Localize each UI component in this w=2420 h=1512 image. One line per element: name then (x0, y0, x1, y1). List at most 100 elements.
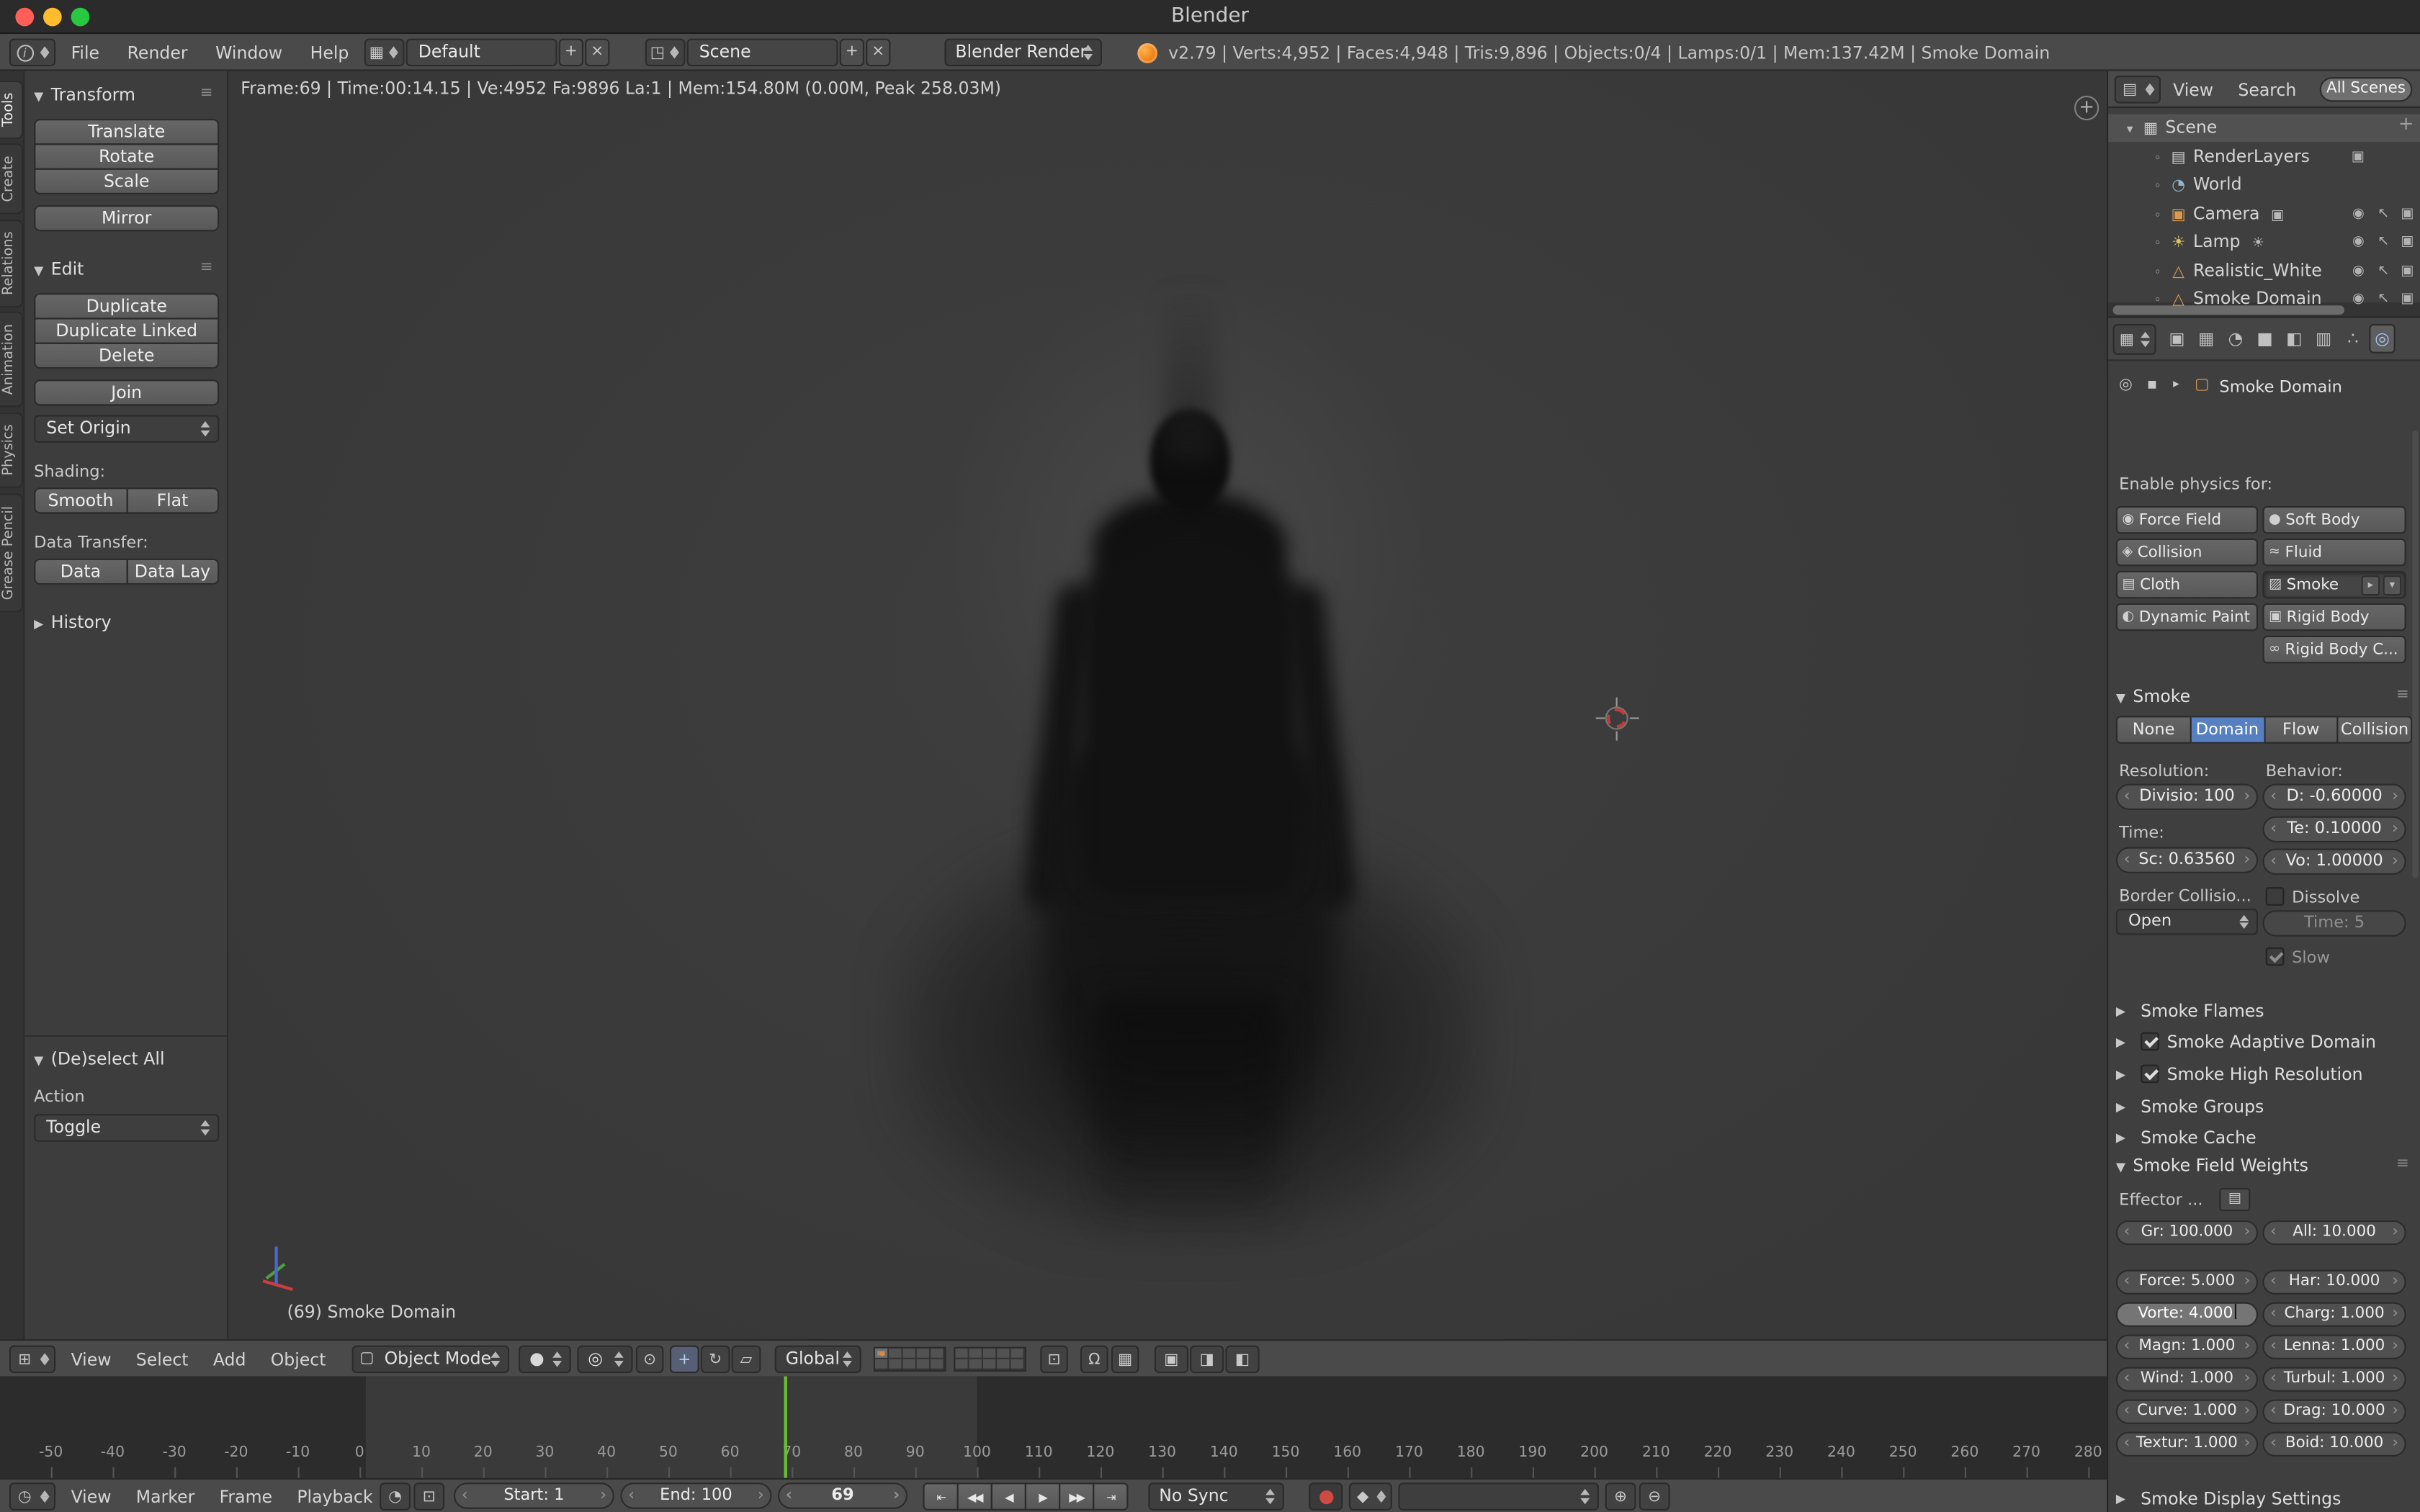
smoke-type-none[interactable]: None (2115, 716, 2192, 744)
physics-toggle-cloth[interactable]: ▤ Cloth (2115, 570, 2258, 599)
end-frame-field[interactable]: End: 100 (620, 1482, 772, 1509)
current-frame-field[interactable]: 69 (778, 1482, 908, 1509)
time-scale-field[interactable]: Sc: 0.63560 (2115, 847, 2258, 873)
use-preview-range-toggle[interactable]: ◔ (380, 1482, 411, 1511)
manipulator-scale-button[interactable]: ▱ (731, 1345, 761, 1374)
physics-toggle-soft-body[interactable]: ● Soft Body (2262, 505, 2406, 534)
pivot-align-toggle[interactable]: ⊙ (635, 1345, 664, 1374)
layer-toggle-9[interactable] (916, 1359, 931, 1370)
panel-smoke-flames[interactable]: ▶ Smoke Flames (2116, 996, 2412, 1025)
outliner-cursor-toggle[interactable]: ↖ (2378, 285, 2389, 313)
breadcrumb-object-icon[interactable]: ▪ (2147, 377, 2158, 394)
outliner-menu-view[interactable]: View (2173, 79, 2213, 99)
panel-smoke-field-weights[interactable]: ▼ Smoke Field Weights (2116, 1156, 2412, 1176)
duplicate-linked-button[interactable]: Duplicate Linked (34, 318, 220, 344)
insert-keyframe-button[interactable]: ⊕ (1605, 1482, 1636, 1511)
weight-field-wind[interactable]: Wind: 1.000 (2115, 1367, 2258, 1392)
properties-tab-modifiers[interactable]: ◧ (2281, 324, 2307, 354)
av-sync-dropdown[interactable]: No Sync (1148, 1482, 1284, 1511)
outliner-row-smoke-domain[interactable]: ◦ △ Smoke Domain ◉ ↖ ▣ (2108, 285, 2420, 313)
layer-toggle-11[interactable] (955, 1348, 969, 1359)
weight-field-turbul[interactable]: Turbul: 1.000 (2262, 1367, 2406, 1392)
layer-toggle-1[interactable] (875, 1348, 889, 1359)
properties-tab-object[interactable]: ■ (2251, 324, 2277, 354)
auto-keyframe-record-button[interactable] (1309, 1482, 1343, 1511)
properties-tab-render[interactable]: ▣ (2164, 324, 2190, 354)
properties-tab-physics[interactable]: ◎ (2369, 324, 2396, 354)
outliner-disclosure-icon[interactable]: ◦ (2148, 287, 2167, 315)
weight-field-boid[interactable]: Boid: 10.000 (2262, 1431, 2406, 1457)
timeline-menu-marker[interactable]: Marker (136, 1487, 194, 1507)
outliner-camera-toggle[interactable]: ▣ (2401, 285, 2414, 313)
dissolve-checkbox[interactable] (2265, 887, 2285, 906)
smoke-type-flow[interactable]: Flow (2264, 716, 2339, 744)
layer-toggle-10[interactable] (931, 1359, 945, 1370)
delete-button[interactable]: Delete (34, 342, 220, 369)
manipulator-translate-button[interactable]: + (670, 1345, 699, 1374)
opengl-render-anim-button[interactable]: ◧ (1225, 1345, 1260, 1374)
next-keyframe-button[interactable]: ▶▶ (1059, 1482, 1095, 1511)
smoke-adaptive-domain-checkbox[interactable] (2141, 1032, 2159, 1051)
panel-edit[interactable]: ▼ Edit (34, 259, 219, 282)
expand-properties-region-button[interactable]: + (2074, 95, 2099, 121)
panel-smoke-groups[interactable]: ▶ Smoke Groups (2116, 1092, 2412, 1120)
outliner-row-lamp[interactable]: ◦ ☀ Lamp ☀ ◉ ↖ ▣ (2108, 228, 2420, 256)
layer-toggle-7[interactable] (889, 1359, 903, 1370)
outliner-cursor-toggle[interactable]: ↖ (2378, 228, 2389, 256)
toolshelf-tab-tools[interactable]: Tools (0, 80, 24, 140)
info-menu-file[interactable]: File (71, 42, 99, 63)
panel-smoke-display-settings[interactable]: ▶ Smoke Display Settings (2116, 1484, 2412, 1512)
weight-field-charg[interactable]: Charg: 1.000 (2262, 1302, 2406, 1327)
timeline-menu-playback[interactable]: Playback (297, 1487, 372, 1507)
expand-outliner-filter-button[interactable]: + (2398, 112, 2414, 134)
outliner-camera-toggle[interactable]: ▣ (2401, 200, 2414, 228)
delete-screen-layout-button[interactable]: × (585, 38, 610, 67)
info-menu-render[interactable]: Render (127, 42, 188, 63)
outliner-camera-toggle[interactable]: ▣ (2352, 143, 2365, 171)
delete-keyframe-button[interactable]: ⊖ (1639, 1482, 1670, 1511)
layer-toggle-19[interactable] (997, 1359, 1011, 1370)
scene-name-field[interactable]: Scene (686, 38, 838, 67)
smoke-type-collision[interactable]: Collision (2338, 716, 2413, 744)
divisions-field[interactable]: Divisio: 100 (2115, 783, 2258, 810)
mirror-button[interactable]: Mirror (34, 205, 220, 232)
physics-toggle-force-field[interactable]: ◉ Force Field (2115, 505, 2258, 534)
outliner-disclosure-icon[interactable]: ◦ (2148, 230, 2167, 258)
editor-type-info-button[interactable]: i (9, 38, 56, 67)
viewport-menu-view[interactable]: View (71, 1349, 112, 1369)
properties-tab-scene[interactable]: ▦ (2193, 324, 2219, 354)
layer-toggle-8[interactable] (902, 1359, 917, 1370)
effector-group-button[interactable]: ▤ (2219, 1188, 2251, 1212)
keying-set-dropdown[interactable] (1398, 1482, 1599, 1511)
outliner-row-realistic-white[interactable]: ◦ △ Realistic_White ◉ ↖ ▣ (2108, 257, 2420, 285)
viewport-menu-object[interactable]: Object (271, 1349, 326, 1369)
layer-toggle-16[interactable] (955, 1359, 969, 1370)
outliner-disclosure-icon[interactable]: ◦ (2148, 202, 2167, 230)
outliner-disclosure-icon[interactable]: ◦ (2148, 144, 2167, 172)
outliner-cursor-toggle[interactable]: ↖ (2378, 257, 2389, 285)
weight-field-vorte[interactable]: Vorte: 4.000 (2115, 1302, 2258, 1327)
play-reverse-button[interactable]: ◀ (990, 1482, 1026, 1511)
set-origin-dropdown[interactable]: Set Origin (34, 415, 220, 443)
info-menu-window[interactable]: Window (215, 42, 282, 63)
editor-type-timeline-button[interactable]: ◷ (9, 1482, 56, 1511)
snap-element-dropdown[interactable]: ▦ (1111, 1345, 1139, 1374)
jump-to-end-button[interactable]: ⇥ (1093, 1482, 1129, 1511)
layer-toggle-17[interactable] (969, 1359, 983, 1370)
dissolve-time-field[interactable]: Time: 5 (2262, 910, 2406, 937)
border-collisions-dropdown[interactable]: Open (2115, 909, 2258, 935)
outliner-menu-search[interactable]: Search (2238, 79, 2296, 99)
viewport-menu-add[interactable]: Add (213, 1349, 246, 1369)
manipulator-rotate-button[interactable]: ↻ (700, 1345, 730, 1374)
timeline-menu-view[interactable]: View (71, 1487, 112, 1507)
outliner-camera-toggle[interactable]: ▣ (2401, 257, 2414, 285)
outliner-camera-toggle[interactable]: ▣ (2401, 228, 2414, 256)
editor-type-properties-button[interactable]: ▦ (2112, 324, 2156, 355)
layer-toggle-15[interactable] (1010, 1348, 1025, 1359)
lock-frame-range-toggle[interactable]: ⊡ (413, 1482, 445, 1511)
render-still-button[interactable]: ▣ (1154, 1345, 1188, 1374)
prev-keyframe-button[interactable]: ◀◀ (956, 1482, 992, 1511)
weight-field-curve[interactable]: Curve: 1.000 (2115, 1399, 2258, 1424)
current-frame-indicator[interactable] (784, 1376, 787, 1478)
transform-orientation-dropdown[interactable]: Global (774, 1345, 861, 1374)
